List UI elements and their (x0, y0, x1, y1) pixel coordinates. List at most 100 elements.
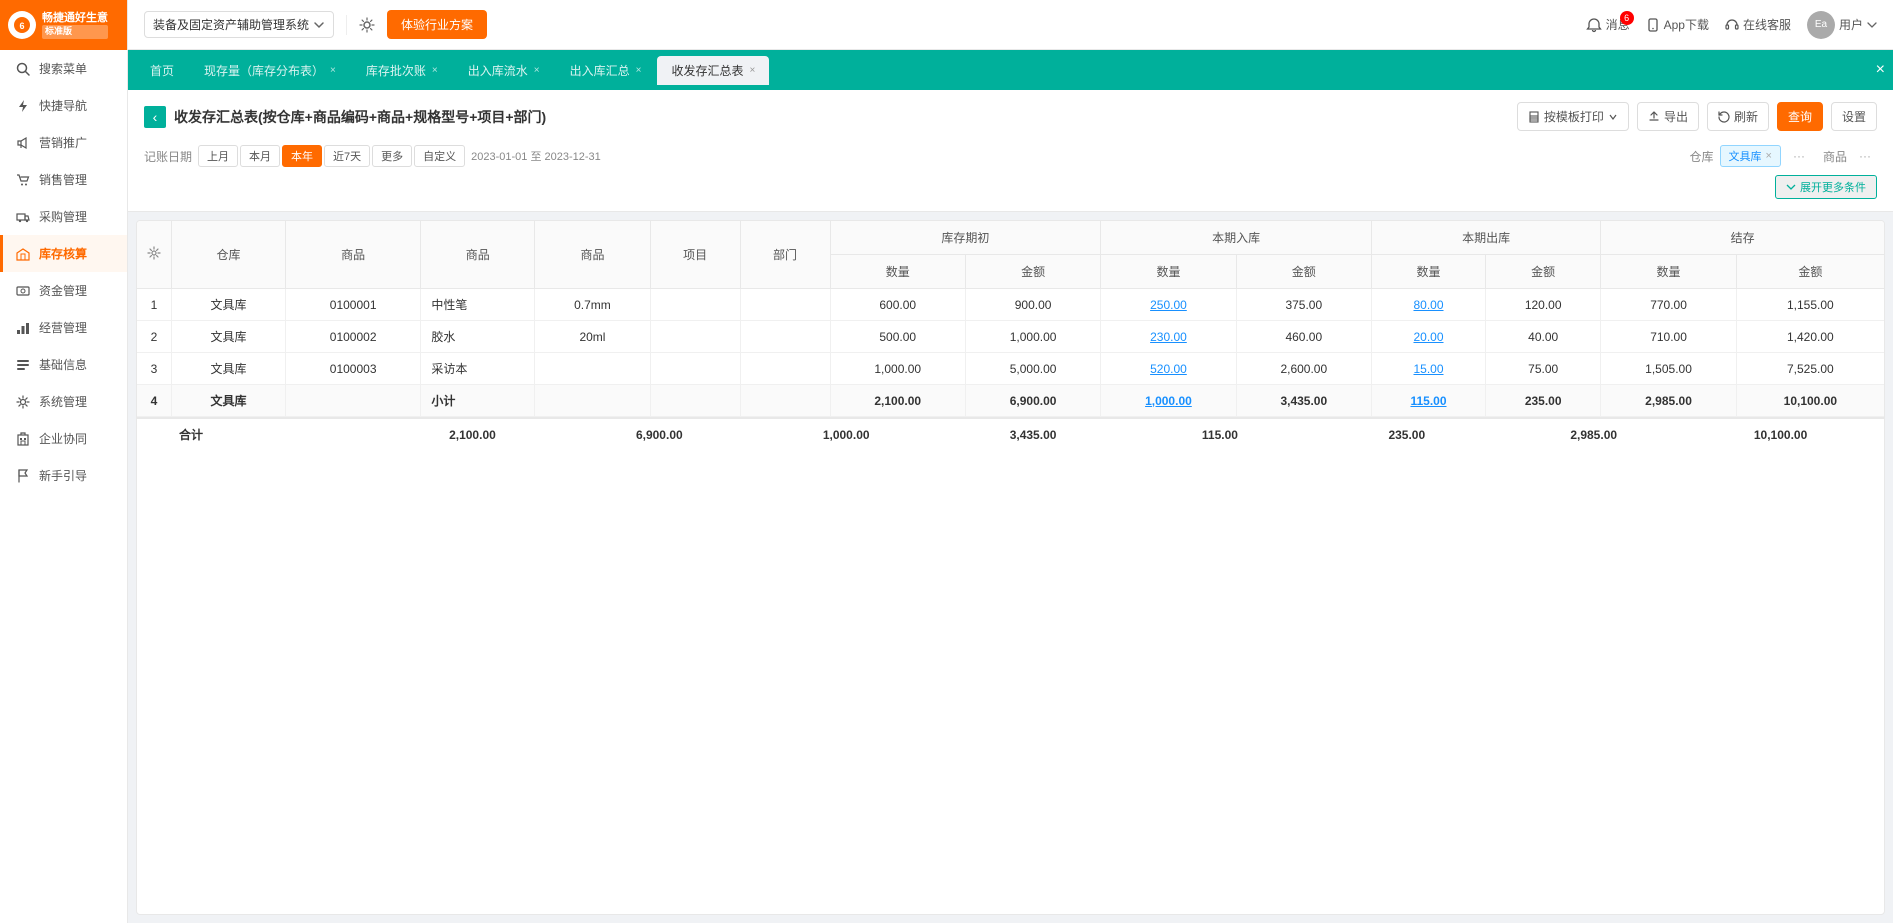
row-warehouse: 文具库 (172, 353, 286, 385)
sidebar-item-quick-nav[interactable]: 快捷导航 (0, 87, 127, 124)
col-in-qty-header: 数量 (1101, 255, 1236, 289)
sidebar-item-system[interactable]: 系统管理 (0, 383, 127, 420)
in-qty-link[interactable]: 230.00 (1150, 330, 1187, 344)
row-in-qty[interactable]: 230.00 (1101, 321, 1236, 353)
expand-conditions-button[interactable]: 展开更多条件 (1775, 175, 1877, 199)
row-out-amt: 120.00 (1486, 289, 1601, 321)
sidebar-item-sales[interactable]: 销售管理 (0, 161, 127, 198)
row-goods-name: 小计 (421, 385, 535, 417)
date-btn-custom[interactable]: 自定义 (414, 145, 465, 167)
col-close-qty-header: 数量 (1601, 255, 1736, 289)
sidebar-item-operations[interactable]: 经营管理 (0, 309, 127, 346)
tab-close-receive-summary[interactable]: × (749, 65, 755, 76)
footer-open-qty: 2,100.00 (379, 428, 566, 442)
tab-close-batch-account[interactable]: × (432, 65, 438, 76)
refresh-button[interactable]: 刷新 (1707, 102, 1769, 131)
query-button[interactable]: 查询 (1777, 102, 1823, 131)
row-goods-spec: 20ml (535, 321, 650, 353)
row-out-qty[interactable]: 115.00 (1371, 385, 1485, 417)
row-out-amt: 235.00 (1486, 385, 1601, 417)
remove-warehouse-tag[interactable]: × (1766, 150, 1772, 162)
tab-inout-flow[interactable]: 出入库流水 × (454, 56, 554, 85)
expand-row: 展开更多条件 (144, 171, 1877, 203)
page-title-row: ‹ 收发存汇总表(按仓库+商品编码+商品+规格型号+项目+部门) 按模板打印 导… (144, 102, 1877, 131)
out-qty-link[interactable]: 80.00 (1413, 298, 1443, 312)
footer-out-amt: 235.00 (1313, 428, 1500, 442)
sidebar-item-enterprise[interactable]: 企业协同 (0, 420, 127, 457)
close-all-tabs[interactable]: × (1876, 61, 1885, 79)
sidebar-menu: 搜索菜单 快捷导航 营销推广 销售管理 采购管理 (0, 50, 127, 923)
col-out-amt-header: 金额 (1486, 255, 1601, 289)
row-open-amt: 5,000.00 (965, 353, 1100, 385)
app-download-button[interactable]: App下载 (1646, 16, 1709, 33)
online-service-button[interactable]: 在线客服 (1725, 16, 1791, 33)
sidebar-item-purchase[interactable]: 采购管理 (0, 198, 127, 235)
row-project (650, 385, 740, 417)
date-btn-this-month[interactable]: 本月 (240, 145, 280, 167)
tab-close-inout-flow[interactable]: × (534, 65, 540, 76)
row-in-qty[interactable]: 520.00 (1101, 353, 1236, 385)
export-button[interactable]: 导出 (1637, 102, 1699, 131)
footer-total-label: 合计 (179, 426, 379, 443)
col-opening-header: 库存期初 (830, 221, 1101, 255)
date-btn-last-month[interactable]: 上月 (198, 145, 238, 167)
col-close-amt-header: 金额 (1736, 255, 1884, 289)
date-btn-7days[interactable]: 近7天 (324, 145, 370, 167)
tab-close-inout-summary[interactable]: × (636, 65, 642, 76)
row-no: 2 (137, 321, 172, 353)
col-goods-name-header: 商品 (421, 221, 535, 289)
tab-close-stock-distribution[interactable]: × (330, 65, 336, 76)
col-project-header: 项目 (650, 221, 740, 289)
in-qty-link[interactable]: 520.00 (1150, 362, 1187, 376)
date-btn-this-year[interactable]: 本年 (282, 145, 322, 167)
row-goods-name: 采访本 (421, 353, 535, 385)
row-goods-code: 0100003 (285, 353, 420, 385)
sidebar-item-finance[interactable]: 资金管理 (0, 272, 127, 309)
row-in-qty[interactable]: 250.00 (1101, 289, 1236, 321)
tab-home[interactable]: 首页 (136, 56, 188, 85)
row-out-qty[interactable]: 80.00 (1371, 289, 1485, 321)
col-out-qty-header: 数量 (1371, 255, 1485, 289)
row-no: 3 (137, 353, 172, 385)
warehouse-more-btn[interactable]: ··· (1787, 147, 1811, 165)
row-out-qty[interactable]: 20.00 (1371, 321, 1485, 353)
sidebar-item-base-info[interactable]: 基础信息 (0, 346, 127, 383)
row-in-qty[interactable]: 1,000.00 (1101, 385, 1236, 417)
row-open-amt: 900.00 (965, 289, 1100, 321)
truck-icon (15, 209, 31, 225)
sidebar-item-marketing[interactable]: 营销推广 (0, 124, 127, 161)
out-qty-link[interactable]: 20.00 (1413, 330, 1443, 344)
table-settings-icon[interactable] (147, 249, 161, 263)
row-no: 1 (137, 289, 172, 321)
main-content: 装备及固定资产辅助管理系统 体验行业方案 消息 6 App下载 在线客服 (128, 0, 1893, 923)
trial-button[interactable]: 体验行业方案 (387, 10, 487, 39)
row-dept (740, 385, 830, 417)
row-close-amt: 1,420.00 (1736, 321, 1884, 353)
col-open-amt-header: 金额 (965, 255, 1100, 289)
footer-open-amt: 6,900.00 (566, 428, 753, 442)
print-button[interactable]: 按模板打印 (1517, 102, 1629, 131)
row-open-qty: 2,100.00 (830, 385, 965, 417)
settings-icon[interactable] (359, 17, 375, 33)
sidebar-item-inventory[interactable]: 库存核算 (0, 235, 127, 272)
goods-more-btn[interactable]: ··· (1853, 147, 1877, 165)
row-warehouse: 文具库 (172, 289, 286, 321)
messages-button[interactable]: 消息 6 (1586, 16, 1630, 33)
tab-receive-summary[interactable]: 收发存汇总表 × (657, 56, 769, 85)
settings-button[interactable]: 设置 (1831, 102, 1877, 131)
user-menu[interactable]: Ea 用户 (1807, 11, 1877, 39)
sidebar-item-search[interactable]: 搜索菜单 (0, 50, 127, 87)
system-selector[interactable]: 装备及固定资产辅助管理系统 (144, 11, 334, 38)
out-qty-link[interactable]: 15.00 (1413, 362, 1443, 376)
date-btn-more[interactable]: 更多 (372, 145, 412, 167)
sidebar: 6 畅捷通好生意 标准版 搜索菜单 快捷导航 营销推广 (0, 0, 128, 923)
tab-batch-account[interactable]: 库存批次账 × (352, 56, 452, 85)
row-open-qty: 1,000.00 (830, 353, 965, 385)
table-footer: 合计 2,100.00 6,900.00 1,000.00 3,435.00 1… (137, 417, 1884, 450)
row-out-qty[interactable]: 15.00 (1371, 353, 1485, 385)
in-qty-link[interactable]: 250.00 (1150, 298, 1187, 312)
tab-inout-summary[interactable]: 出入库汇总 × (556, 56, 656, 85)
tab-stock-distribution[interactable]: 现存量（库存分布表） × (190, 56, 350, 85)
sidebar-item-guide[interactable]: 新手引导 (0, 457, 127, 494)
collapse-button[interactable]: ‹ (144, 106, 166, 128)
